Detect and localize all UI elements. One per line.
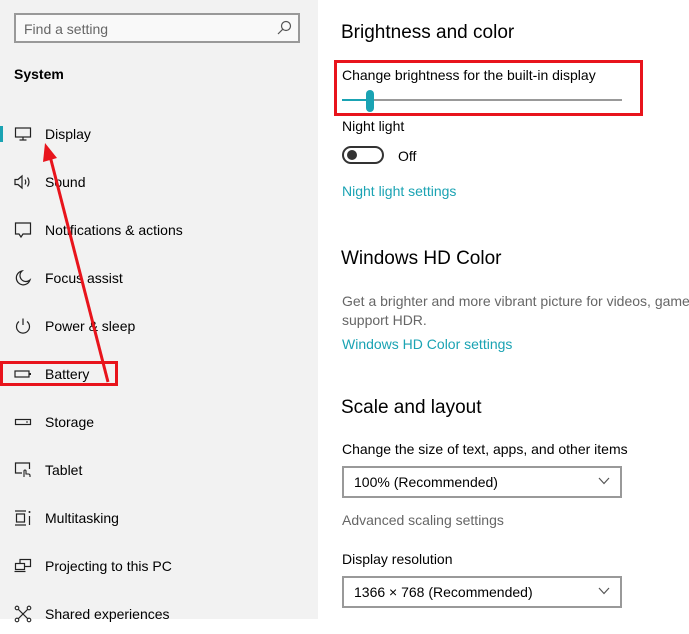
chevron-down-icon (598, 477, 610, 485)
selected-indicator (0, 126, 3, 142)
search-box[interactable] (14, 13, 300, 43)
resolution-dropdown-value: 1366 × 768 (Recommended) (354, 584, 533, 600)
size-dropdown[interactable]: 100% (Recommended) (342, 466, 622, 498)
tablet-icon (13, 461, 33, 479)
night-light-label: Night light (342, 118, 405, 134)
sidebar-item-label: Projecting to this PC (45, 558, 172, 574)
advanced-scaling-link[interactable]: Advanced scaling settings (342, 512, 504, 528)
brightness-heading: Brightness and color (341, 22, 515, 43)
hdr-description-line2: support HDR. (342, 312, 427, 328)
night-light-toggle[interactable] (342, 146, 384, 164)
sidebar: System Display Sound Notifications & act… (0, 0, 318, 623)
sidebar-item-notifications[interactable]: Notifications & actions (0, 210, 318, 250)
sidebar-item-projecting[interactable]: Projecting to this PC (0, 546, 318, 586)
battery-icon (13, 365, 33, 383)
chevron-down-icon (598, 587, 610, 595)
brightness-slider-label: Change brightness for the built-in displ… (342, 67, 596, 83)
sidebar-item-power-sleep[interactable]: Power & sleep (0, 306, 318, 346)
sidebar-item-storage[interactable]: Storage (0, 402, 318, 442)
hdr-heading: Windows HD Color (341, 248, 502, 269)
speaker-icon (13, 173, 33, 191)
resolution-label: Display resolution (342, 551, 453, 567)
shared-icon (13, 605, 33, 623)
night-light-state: Off (398, 148, 417, 164)
size-label: Change the size of text, apps, and other… (342, 441, 628, 457)
toggle-knob (347, 150, 357, 160)
sidebar-item-multitasking[interactable]: Multitasking (0, 498, 318, 538)
search-icon[interactable] (276, 20, 292, 36)
sidebar-item-label: Shared experiences (45, 606, 170, 622)
section-title: System (14, 66, 64, 82)
message-icon (13, 221, 33, 239)
sidebar-item-label: Storage (45, 414, 95, 430)
sidebar-item-label: Notifications & actions (45, 222, 183, 238)
night-light-settings-link[interactable]: Night light settings (342, 183, 456, 199)
sidebar-item-label: Display (45, 126, 91, 142)
slider-track (342, 99, 622, 101)
brightness-slider[interactable] (342, 90, 622, 112)
search-input[interactable] (24, 19, 264, 39)
storage-icon (13, 413, 33, 431)
resolution-dropdown[interactable]: 1366 × 768 (Recommended) (342, 576, 622, 608)
sidebar-item-battery[interactable]: Battery (0, 354, 318, 394)
sidebar-item-label: Sound (45, 174, 86, 190)
sidebar-item-focus-assist[interactable]: Focus assist (0, 258, 318, 298)
main-content: Brightness and color Change brightness f… (318, 0, 689, 619)
multitasking-icon (13, 509, 33, 527)
hdr-settings-link[interactable]: Windows HD Color settings (342, 336, 512, 352)
sidebar-item-label: Multitasking (45, 510, 119, 526)
sidebar-item-tablet[interactable]: Tablet (0, 450, 318, 490)
projecting-icon (13, 557, 33, 575)
sidebar-item-shared-experiences[interactable]: Shared experiences (0, 594, 318, 634)
moon-icon (13, 269, 33, 287)
hdr-description-line1: Get a brighter and more vibrant picture … (342, 293, 689, 309)
power-icon (13, 317, 33, 335)
sidebar-item-label: Battery (45, 366, 90, 382)
size-dropdown-value: 100% (Recommended) (354, 474, 498, 490)
scale-heading: Scale and layout (341, 397, 482, 418)
sidebar-item-label: Power & sleep (45, 318, 136, 334)
sidebar-item-sound[interactable]: Sound (0, 162, 318, 202)
sidebar-item-display[interactable]: Display (0, 114, 318, 154)
slider-thumb[interactable] (366, 90, 374, 112)
sidebar-item-label: Tablet (45, 462, 83, 478)
sidebar-item-label: Focus assist (45, 270, 123, 286)
monitor-icon (13, 125, 33, 143)
